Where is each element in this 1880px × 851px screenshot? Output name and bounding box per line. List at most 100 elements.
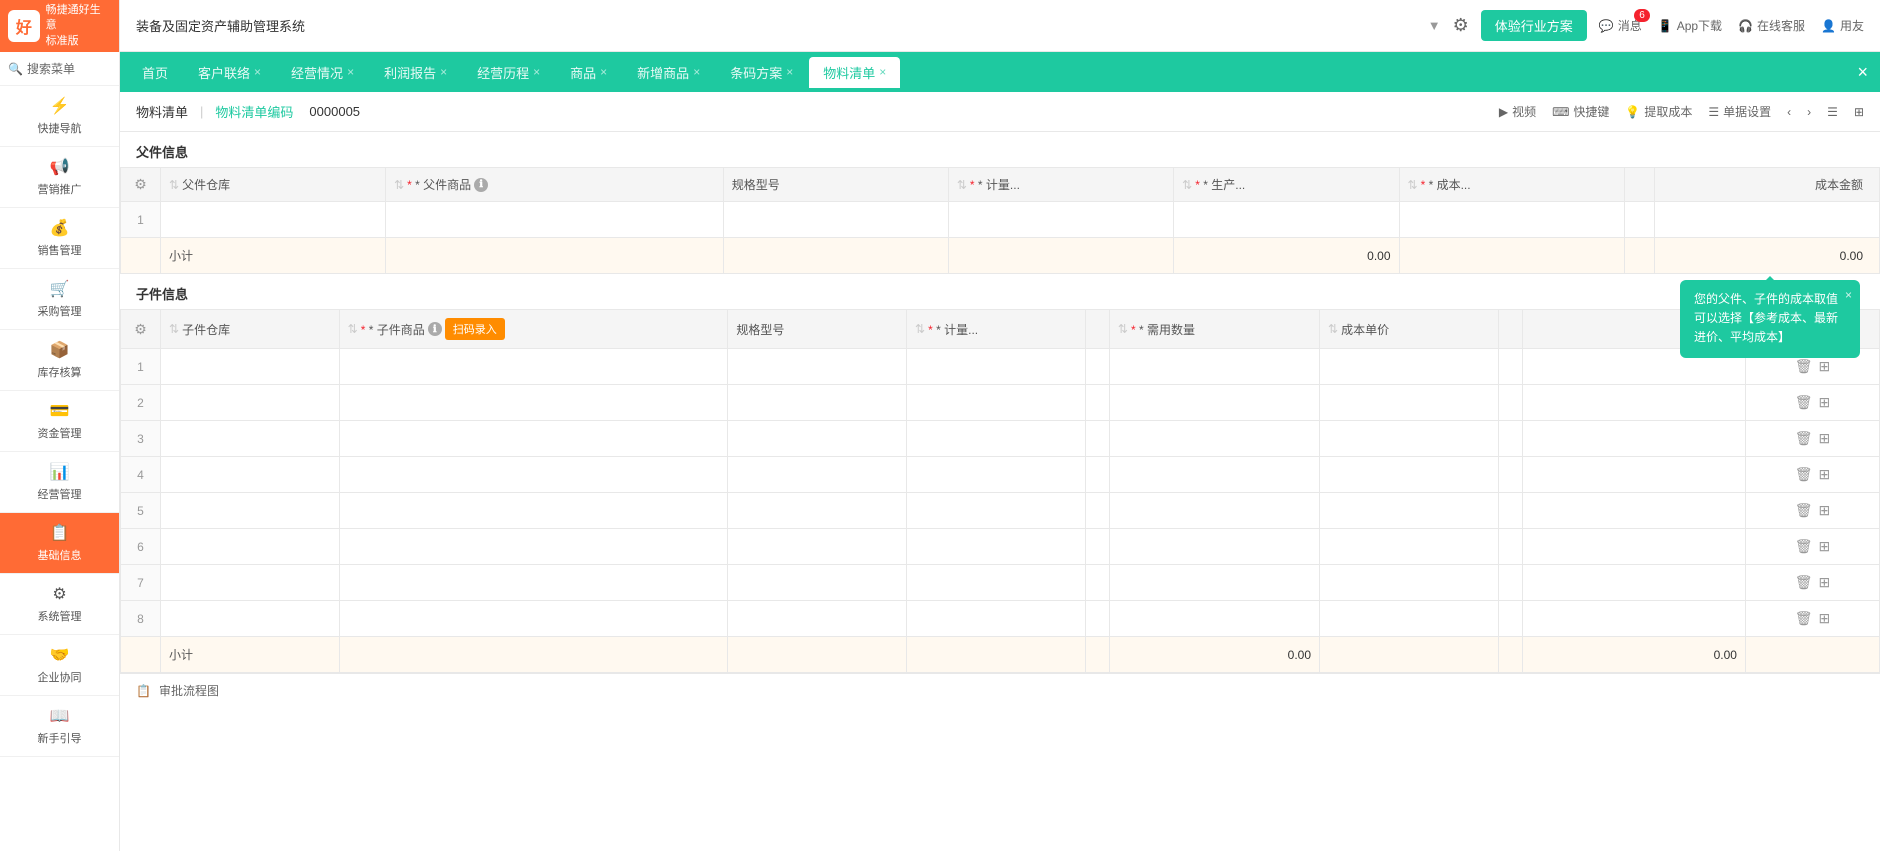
app-download-button[interactable]: 📱 App下载 bbox=[1658, 17, 1722, 34]
tab-new-product[interactable]: 新增商品 × bbox=[623, 57, 714, 88]
child-warehouse-1[interactable] bbox=[161, 349, 340, 385]
copy-icon-7[interactable]: ⊞ bbox=[1818, 574, 1830, 591]
tab-barcode-close[interactable]: × bbox=[786, 65, 793, 79]
child-unit-2[interactable] bbox=[907, 385, 1086, 421]
sidebar-item-inventory[interactable]: 📦 库存核算 bbox=[0, 330, 119, 391]
parent-section-title: 父件信息 bbox=[120, 132, 1880, 167]
child-cost-1[interactable] bbox=[1320, 349, 1499, 385]
copy-icon-3[interactable]: ⊞ bbox=[1818, 430, 1830, 447]
settings-icon[interactable]: ⚙ bbox=[1453, 15, 1469, 36]
message-button[interactable]: 💬 消息 6 bbox=[1599, 17, 1642, 34]
copy-icon-8[interactable]: ⊞ bbox=[1818, 610, 1830, 627]
delete-icon-3[interactable]: 🗑 bbox=[1795, 430, 1813, 447]
tab-customer[interactable]: 客户联络 × bbox=[184, 57, 275, 88]
child-spec-2[interactable] bbox=[728, 385, 907, 421]
tab-bom[interactable]: 物料清单 × bbox=[809, 57, 900, 88]
child-product-2[interactable] bbox=[339, 385, 728, 421]
tooltip-close-button[interactable]: × bbox=[1845, 286, 1852, 305]
child-qty-2[interactable] bbox=[1109, 385, 1319, 421]
copy-icon-1[interactable]: ⊞ bbox=[1818, 358, 1830, 375]
delete-icon-4[interactable]: 🗑 bbox=[1795, 466, 1813, 483]
shortcut-action[interactable]: ⌨ 快捷键 bbox=[1552, 103, 1609, 120]
child-warehouse-2[interactable] bbox=[161, 385, 340, 421]
sidebar-item-operations[interactable]: 📊 经营管理 bbox=[0, 452, 119, 513]
nav-prev-button[interactable]: ‹ bbox=[1787, 105, 1791, 119]
sidebar-label-enterprise: 企业协同 bbox=[38, 669, 82, 685]
tab-bom-close[interactable]: × bbox=[879, 65, 886, 79]
online-service-button[interactable]: 🎧 在线客服 bbox=[1738, 17, 1805, 34]
sidebar-item-sales[interactable]: 💰 销售管理 bbox=[0, 208, 119, 269]
delete-icon-6[interactable]: 🗑 bbox=[1795, 538, 1813, 555]
parent-production-cell[interactable] bbox=[1174, 202, 1399, 238]
child-gear-icon[interactable]: ⚙ bbox=[134, 321, 147, 338]
tab-new-product-close[interactable]: × bbox=[693, 65, 700, 79]
delete-icon-2[interactable]: 🗑 bbox=[1795, 394, 1813, 411]
child-unit-1[interactable] bbox=[907, 349, 1086, 385]
tab-customer-label: 客户联络 bbox=[198, 63, 250, 82]
parent-cost-cell[interactable] bbox=[1399, 202, 1624, 238]
copy-icon-5[interactable]: ⊞ bbox=[1818, 502, 1830, 519]
sidebar-label-basic-info: 基础信息 bbox=[38, 547, 82, 563]
tab-history[interactable]: 经营历程 × bbox=[463, 57, 554, 88]
user-menu-button[interactable]: 👤 用友 bbox=[1821, 17, 1864, 34]
trial-button[interactable]: 体验行业方案 bbox=[1481, 10, 1587, 41]
parent-gear-icon[interactable]: ⚙ bbox=[134, 176, 147, 193]
sidebar-item-finance[interactable]: 💳 资金管理 bbox=[0, 391, 119, 452]
tab-barcode[interactable]: 条码方案 × bbox=[716, 57, 807, 88]
delete-icon-5[interactable]: 🗑 bbox=[1795, 502, 1813, 519]
parent-unit-sort-icon: ⇅ bbox=[957, 178, 967, 192]
breadcrumb-bom[interactable]: 物料清单 bbox=[136, 102, 188, 121]
tab-customer-close[interactable]: × bbox=[254, 65, 261, 79]
tab-profit[interactable]: 利润报告 × bbox=[370, 57, 461, 88]
sidebar-item-guide[interactable]: 📖 新手引导 bbox=[0, 696, 119, 757]
tab-home[interactable]: 首页 bbox=[128, 57, 182, 88]
tab-operations[interactable]: 经营情况 × bbox=[277, 57, 368, 88]
top-header: 装备及固定资产辅助管理系统 ▼ ⚙ 体验行业方案 💬 消息 6 📱 App下载 … bbox=[120, 0, 1880, 52]
copy-icon-6[interactable]: ⊞ bbox=[1818, 538, 1830, 555]
child-product-info-icon[interactable]: ℹ bbox=[428, 322, 442, 336]
child-spec-1[interactable] bbox=[728, 349, 907, 385]
parent-spec-cell[interactable] bbox=[723, 202, 948, 238]
expand-button[interactable]: ⊞ bbox=[1854, 105, 1864, 119]
copy-icon-4[interactable]: ⊞ bbox=[1818, 466, 1830, 483]
search-menu[interactable]: 🔍 搜索菜单 bbox=[0, 52, 119, 86]
list-view-button[interactable]: ☰ bbox=[1827, 105, 1838, 119]
view-action[interactable]: ▶ 视频 bbox=[1499, 103, 1536, 120]
sidebar-item-shortcut[interactable]: ⚡ 快捷导航 bbox=[0, 86, 119, 147]
child-col-unit: ⇅ * * 计量... bbox=[907, 310, 1086, 349]
extract-cost-action[interactable]: 💡 提取成本 bbox=[1625, 103, 1692, 120]
parent-product-cell[interactable] bbox=[386, 202, 724, 238]
sidebar-item-system[interactable]: ⚙ 系统管理 bbox=[0, 574, 119, 635]
tab-operations-close[interactable]: × bbox=[347, 65, 354, 79]
child-unit-sort-icon: ⇅ bbox=[915, 322, 925, 336]
delete-icon-7[interactable]: 🗑 bbox=[1795, 574, 1813, 591]
close-all-tabs-button[interactable]: × bbox=[1853, 58, 1872, 87]
dropdown-icon[interactable]: ▼ bbox=[1428, 18, 1441, 33]
child-qty-1[interactable] bbox=[1109, 349, 1319, 385]
nav-next-button[interactable]: › bbox=[1807, 105, 1811, 119]
bottom-text[interactable]: 审批流程图 bbox=[159, 682, 219, 699]
child-product-3[interactable] bbox=[339, 421, 728, 457]
child-product-1[interactable] bbox=[339, 349, 728, 385]
delete-icon-1[interactable]: 🗑 bbox=[1795, 358, 1813, 375]
tab-profit-close[interactable]: × bbox=[440, 65, 447, 79]
parent-product-info-icon[interactable]: ℹ bbox=[474, 178, 488, 192]
app-download-label: App下载 bbox=[1677, 17, 1722, 34]
sidebar-item-purchase[interactable]: 🛒 采购管理 bbox=[0, 269, 119, 330]
delete-icon-8[interactable]: 🗑 bbox=[1795, 610, 1813, 627]
tab-product-close[interactable]: × bbox=[600, 65, 607, 79]
tab-bom-label: 物料清单 bbox=[823, 63, 875, 82]
tab-history-close[interactable]: × bbox=[533, 65, 540, 79]
child-warehouse-3[interactable] bbox=[161, 421, 340, 457]
parent-warehouse-cell[interactable] bbox=[161, 202, 386, 238]
parent-col-spec: 规格型号 bbox=[723, 168, 948, 202]
single-settings-action[interactable]: ☰ 单据设置 bbox=[1708, 103, 1771, 120]
sidebar-item-basic-info[interactable]: 📋 基础信息 bbox=[0, 513, 119, 574]
parent-unit-cell[interactable] bbox=[948, 202, 1173, 238]
tab-product[interactable]: 商品 × bbox=[556, 57, 621, 88]
child-cost-2[interactable] bbox=[1320, 385, 1499, 421]
scan-button[interactable]: 扫码录入 bbox=[445, 318, 505, 340]
sidebar-item-enterprise[interactable]: 🤝 企业协同 bbox=[0, 635, 119, 696]
sidebar-item-marketing[interactable]: 📢 营销推广 bbox=[0, 147, 119, 208]
copy-icon-2[interactable]: ⊞ bbox=[1818, 394, 1830, 411]
